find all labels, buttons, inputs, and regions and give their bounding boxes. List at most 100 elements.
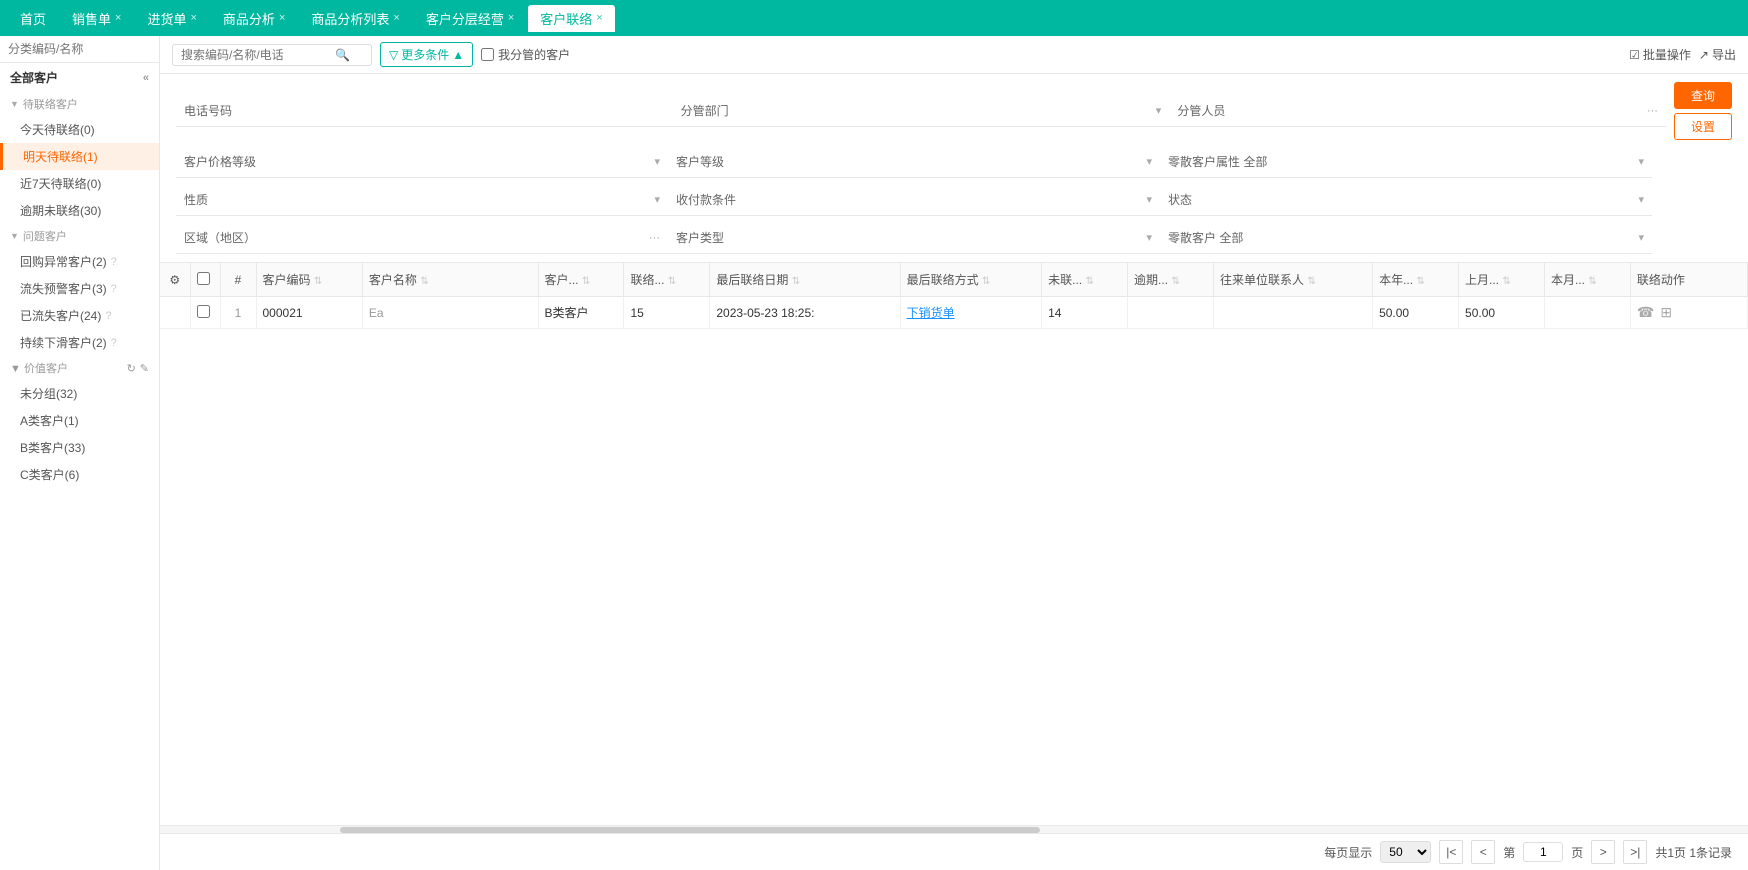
sidebar-item-class-a[interactable]: A类客户(1) — [0, 407, 159, 434]
row-this-year: 50.00 — [1373, 297, 1459, 329]
retail-attr-input[interactable] — [1273, 155, 1632, 169]
row-select-checkbox[interactable] — [197, 305, 210, 318]
refresh-icon[interactable]: ↻ — [127, 362, 136, 375]
nature-input[interactable] — [260, 193, 648, 207]
qr-icon[interactable]: ⊞ — [1660, 304, 1672, 321]
chevron-down-icon[interactable]: ▾ — [1146, 155, 1152, 168]
sidebar-item-churned[interactable]: 已流失客户(24) ? — [0, 302, 159, 329]
close-icon[interactable]: × — [279, 12, 285, 24]
search-input[interactable] — [181, 48, 331, 62]
col-customer-type[interactable]: 客户... ⇅ — [538, 263, 624, 297]
nav-home[interactable]: 首页 — [8, 5, 58, 32]
payment-terms-input[interactable] — [752, 193, 1140, 207]
chevron-down-icon[interactable]: ▾ — [1638, 193, 1644, 206]
filter-customer-type: 客户类型 ▾ — [668, 222, 1160, 254]
phone-input[interactable] — [260, 104, 665, 118]
sidebar-item-overdue-contact[interactable]: 逾期未联络(30) — [0, 197, 159, 224]
payment-terms-label: 收付款条件 — [676, 191, 746, 208]
batch-op-button[interactable]: ☑ 批量操作 — [1629, 46, 1691, 63]
person-input[interactable] — [1253, 104, 1641, 118]
query-button[interactable]: 查询 — [1674, 82, 1732, 109]
dept-input[interactable] — [757, 104, 1150, 118]
contact-icon[interactable]: ☎ — [1637, 304, 1654, 321]
nav-product-analysis-list[interactable]: 商品分析列表 × — [299, 5, 411, 32]
close-icon[interactable]: × — [115, 12, 121, 24]
sidebar-search-input[interactable] — [8, 42, 160, 56]
col-checkbox — [190, 263, 220, 297]
sidebar-item-today-contact[interactable]: 今天待联络(0) — [0, 116, 159, 143]
status-input[interactable] — [1244, 193, 1632, 207]
horizontal-scrollbar[interactable] — [160, 825, 1748, 833]
filter-payment-terms: 收付款条件 ▾ — [668, 184, 1160, 216]
nav-customer-tier[interactable]: 客户分层经营 × — [414, 5, 526, 32]
col-last-contact-date[interactable]: 最后联络日期 ⇅ — [710, 263, 900, 297]
table-row: 1 000021 Ea B类客户 15 2023-05-23 18:25: 下销… — [160, 297, 1748, 329]
sidebar-item-repurchase-anomaly[interactable]: 回购异常客户(2) ? — [0, 248, 159, 275]
filter-retail-attr: 零散客户属性 全部 ▾ — [1160, 146, 1652, 178]
col-last-month[interactable]: 上月... ⇅ — [1459, 263, 1545, 297]
more-icon[interactable]: ··· — [649, 232, 660, 244]
sidebar-item-ungrouped[interactable]: 未分组(32) — [0, 380, 159, 407]
export-button[interactable]: ↗ 导出 — [1699, 46, 1736, 63]
chevron-down-icon[interactable]: ▾ — [654, 155, 660, 168]
nav-purchase-order[interactable]: 进货单 × — [135, 5, 208, 32]
set-button[interactable]: 设置 — [1674, 113, 1732, 140]
col-contact-count[interactable]: 联络... ⇅ — [624, 263, 710, 297]
col-last-contact-method[interactable]: 最后联络方式 ⇅ — [900, 263, 1042, 297]
help-icon: ? — [111, 337, 117, 349]
sidebar-item-tomorrow-contact[interactable]: 明天待联络(1) — [0, 143, 159, 170]
page-number-input[interactable] — [1523, 842, 1563, 862]
chevron-down-icon[interactable]: ▾ — [1146, 193, 1152, 206]
toolbar: 🔍 ▽ 更多条件 ▲ 我分管的客户 ☑ 批量操作 ↗ 导出 — [160, 36, 1748, 74]
my-customers-checkbox[interactable] — [481, 48, 494, 61]
row-last-contact-method[interactable]: 下销货单 — [900, 297, 1042, 329]
chevron-down-icon[interactable]: ▾ — [654, 193, 660, 206]
close-icon[interactable]: × — [508, 12, 514, 24]
chevron-down-icon[interactable]: ▾ — [1146, 231, 1152, 244]
close-icon[interactable]: × — [393, 12, 399, 24]
sidebar-item-class-c[interactable]: C类客户(6) — [0, 461, 159, 488]
region-input[interactable] — [262, 231, 643, 245]
price-level-input[interactable] — [262, 155, 648, 169]
customer-level-input[interactable] — [752, 155, 1140, 169]
search-icon[interactable]: 🔍 — [335, 48, 350, 62]
chevron-down-icon[interactable]: ▾ — [1638, 231, 1644, 244]
edit-icon[interactable]: ✎ — [140, 362, 149, 375]
sidebar-item-7days-contact[interactable]: 近7天待联络(0) — [0, 170, 159, 197]
customer-type-input[interactable] — [752, 231, 1140, 245]
nav-customer-contact[interactable]: 客户联络 × — [528, 5, 614, 32]
close-icon[interactable]: × — [596, 12, 602, 24]
row-this-month — [1544, 297, 1630, 329]
col-customer-name[interactable]: 客户名称 ⇅ — [362, 263, 538, 297]
sidebar-item-class-b[interactable]: B类客户(33) — [0, 434, 159, 461]
sidebar-item-declining[interactable]: 持续下滑客户(2) ? — [0, 329, 159, 356]
nav-product-analysis[interactable]: 商品分析 × — [211, 5, 297, 32]
my-customers-checkbox-area[interactable]: 我分管的客户 — [481, 46, 570, 63]
col-customer-code[interactable]: 客户编码 ⇅ — [256, 263, 362, 297]
first-page-button[interactable]: |< — [1439, 840, 1463, 864]
next-page-button[interactable]: > — [1591, 840, 1615, 864]
sidebar-all-customers[interactable]: 全部客户 « — [0, 63, 159, 92]
col-unit-contact[interactable]: 往来单位联系人 ⇅ — [1213, 263, 1372, 297]
per-page-select[interactable]: 50 100 200 — [1380, 841, 1431, 863]
col-this-month[interactable]: 本月... ⇅ — [1544, 263, 1630, 297]
chevron-down-icon[interactable]: ▾ — [1638, 155, 1644, 168]
more-icon[interactable]: ··· — [1647, 105, 1658, 117]
scrollbar-thumb[interactable] — [340, 827, 1040, 833]
col-gear[interactable]: ⚙ — [160, 263, 190, 297]
col-overdue[interactable]: 逾期... ⇅ — [1128, 263, 1214, 297]
retail-customer-input[interactable] — [1249, 231, 1632, 245]
chevron-down-icon[interactable]: ▾ — [1156, 104, 1162, 117]
filter-customer-level: 客户等级 ▾ — [668, 146, 1160, 178]
prev-page-button[interactable]: < — [1471, 840, 1495, 864]
sidebar-item-churn-warning[interactable]: 流失预警客户(3) ? — [0, 275, 159, 302]
col-this-year[interactable]: 本年... ⇅ — [1373, 263, 1459, 297]
last-page-button[interactable]: >| — [1623, 840, 1647, 864]
select-all-checkbox[interactable] — [197, 272, 210, 285]
more-filter-button[interactable]: ▽ 更多条件 ▲ — [380, 42, 473, 67]
close-icon[interactable]: × — [190, 12, 196, 24]
col-no-contact[interactable]: 未联... ⇅ — [1042, 263, 1128, 297]
sort-icon: ⇅ — [1307, 276, 1315, 287]
nav-sales-order[interactable]: 销售单 × — [60, 5, 133, 32]
filter-retail-customer: 零散客户 全部 ▾ — [1160, 222, 1652, 254]
